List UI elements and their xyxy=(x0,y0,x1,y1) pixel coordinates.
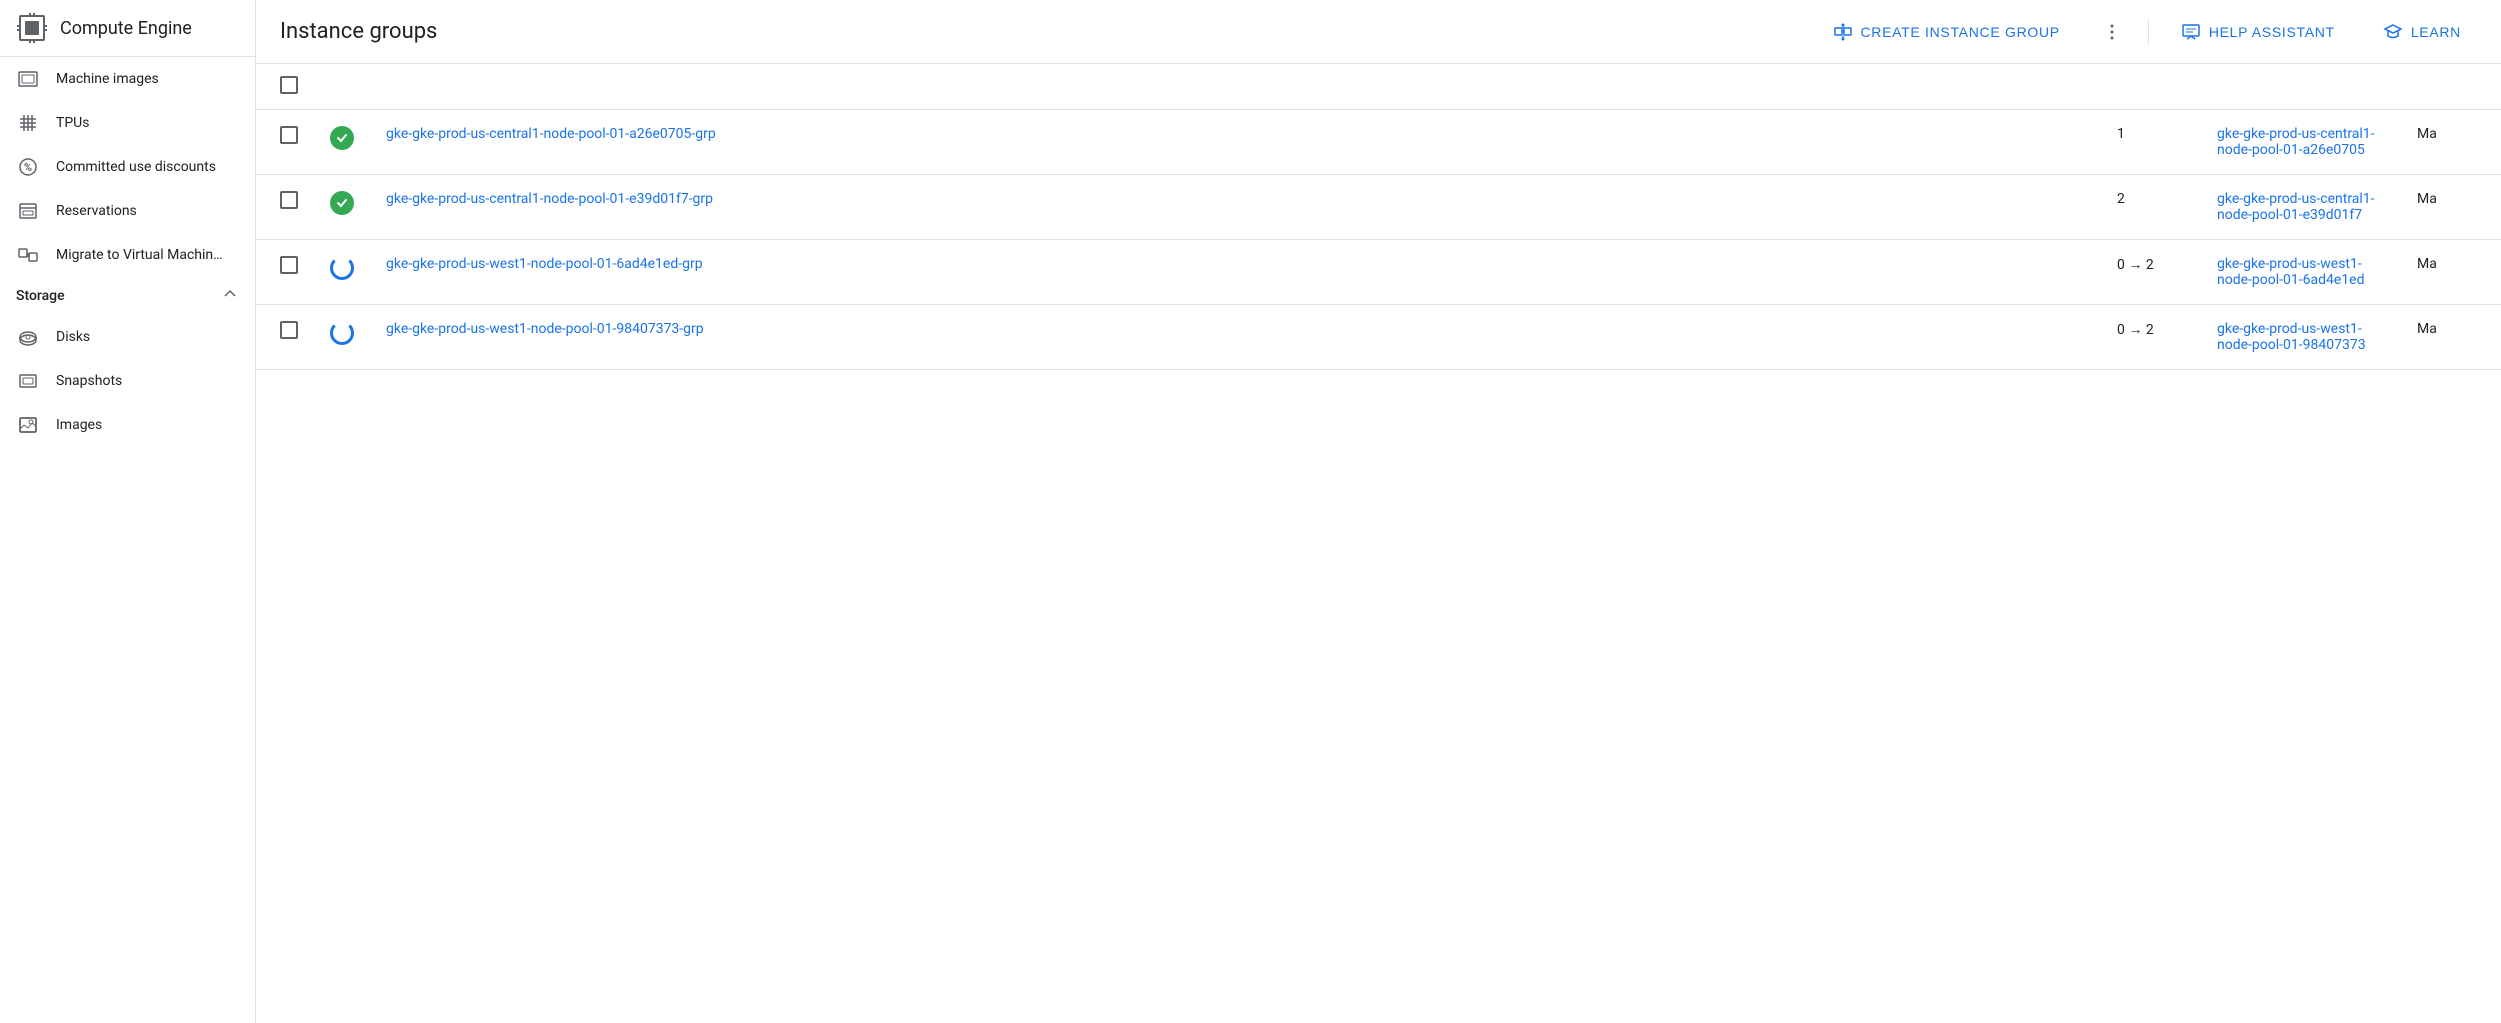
template-header xyxy=(2201,64,2401,110)
topbar: Instance groups CREATE INSTANCE GROUP xyxy=(256,0,2501,64)
location: Ma xyxy=(2417,256,2437,272)
sidebar-item-tpus-label: TPUs xyxy=(56,115,90,131)
sidebar-item-tpus[interactable]: TPUs xyxy=(0,101,247,145)
storage-section[interactable]: Storage xyxy=(0,277,255,315)
sidebar: Compute Engine Machine images TPUs xyxy=(0,0,256,1023)
images-icon xyxy=(16,413,40,437)
instance-groups-table: gke-gke-prod-us-central1-node-pool-01-a2… xyxy=(256,64,2501,370)
sidebar-item-migrate[interactable]: Migrate to Virtual Machin… xyxy=(0,233,247,277)
row-checkbox-3[interactable] xyxy=(280,321,298,339)
instances-count: 0 → 2 xyxy=(2117,322,2154,338)
table-row: gke-gke-prod-us-central1-node-pool-01-a2… xyxy=(256,110,2501,175)
status-ok-icon xyxy=(330,191,354,215)
sidebar-item-snapshots-label: Snapshots xyxy=(56,373,122,389)
instance-group-name-link[interactable]: gke-gke-prod-us-central1-node-pool-01-a2… xyxy=(386,126,716,142)
app-title: Compute Engine xyxy=(60,18,192,39)
sidebar-item-images[interactable]: Images xyxy=(0,403,247,447)
template-link[interactable]: gke-gke-prod-us-central1-node-pool-01-e3… xyxy=(2217,191,2375,223)
status-ok-icon xyxy=(330,126,354,150)
page-title: Instance groups xyxy=(280,19,1801,44)
machine-images-icon xyxy=(16,67,40,91)
location: Ma xyxy=(2417,321,2437,337)
sidebar-item-disks[interactable]: Disks xyxy=(0,315,247,359)
instances-header xyxy=(2101,64,2201,110)
topbar-divider xyxy=(2148,20,2149,44)
table-row: gke-gke-prod-us-west1-node-pool-01-98407… xyxy=(256,305,2501,370)
status-loading-icon xyxy=(330,256,354,280)
row-checkbox-2[interactable] xyxy=(280,256,298,274)
status-header xyxy=(314,64,370,110)
sidebar-item-disks-label: Disks xyxy=(56,329,90,345)
discount-icon: % xyxy=(16,155,40,179)
learn-label: LEARN xyxy=(2411,24,2461,40)
chevron-up-icon xyxy=(221,285,239,307)
status-loading-icon xyxy=(330,321,354,345)
sidebar-item-committed-use-discounts[interactable]: % Committed use discounts xyxy=(0,145,247,189)
learn-button[interactable]: LEARN xyxy=(2367,14,2477,50)
select-all-checkbox[interactable] xyxy=(280,76,298,94)
row-checkbox-1[interactable] xyxy=(280,191,298,209)
instance-group-name-link[interactable]: gke-gke-prod-us-west1-node-pool-01-98407… xyxy=(386,321,704,337)
instance-groups-table-container: gke-gke-prod-us-central1-node-pool-01-a2… xyxy=(256,64,2501,1023)
template-link[interactable]: gke-gke-prod-us-west1-node-pool-01-98407… xyxy=(2217,321,2366,353)
sidebar-item-snapshots[interactable]: Snapshots xyxy=(0,359,247,403)
more-options-button[interactable] xyxy=(2092,12,2132,52)
sidebar-item-reservations-label: Reservations xyxy=(56,203,137,219)
help-assistant-button[interactable]: HELP ASSISTANT xyxy=(2165,14,2351,50)
sidebar-item-discounts-label: Committed use discounts xyxy=(56,159,216,175)
instances-count: 2 xyxy=(2117,191,2125,207)
main-content: Instance groups CREATE INSTANCE GROUP xyxy=(256,0,2501,1023)
create-instance-group-label: CREATE INSTANCE GROUP xyxy=(1861,24,2060,40)
row-checkbox-0[interactable] xyxy=(280,126,298,144)
disks-icon xyxy=(16,325,40,349)
table-row: gke-gke-prod-us-west1-node-pool-01-6ad4e… xyxy=(256,240,2501,305)
create-instance-group-button[interactable]: CREATE INSTANCE GROUP xyxy=(1817,14,2076,50)
sidebar-item-machine-images-label: Machine images xyxy=(56,71,159,87)
tpu-icon xyxy=(16,111,40,135)
reservations-icon xyxy=(16,199,40,223)
select-all-header[interactable] xyxy=(256,64,314,110)
table-row: gke-gke-prod-us-central1-node-pool-01-e3… xyxy=(256,175,2501,240)
template-link[interactable]: gke-gke-prod-us-west1-node-pool-01-6ad4e… xyxy=(2217,256,2364,288)
sidebar-item-migrate-label: Migrate to Virtual Machin… xyxy=(56,247,223,263)
instance-group-name-link[interactable]: gke-gke-prod-us-central1-node-pool-01-e3… xyxy=(386,191,713,207)
sidebar-item-images-label: Images xyxy=(56,417,102,433)
sidebar-header: Compute Engine xyxy=(0,0,255,57)
template-link[interactable]: gke-gke-prod-us-central1-node-pool-01-a2… xyxy=(2217,126,2375,158)
location: Ma xyxy=(2417,126,2437,142)
instances-count: 1 xyxy=(2117,126,2125,142)
instances-count: 0 → 2 xyxy=(2117,257,2154,273)
help-assistant-label: HELP ASSISTANT xyxy=(2209,24,2335,40)
snapshots-icon xyxy=(16,369,40,393)
compute-engine-icon xyxy=(16,12,48,44)
table-header-row xyxy=(256,64,2501,110)
name-header xyxy=(370,64,2101,110)
svg-text:%: % xyxy=(24,161,32,174)
location: Ma xyxy=(2417,191,2437,207)
storage-section-label: Storage xyxy=(16,288,65,304)
sidebar-item-reservations[interactable]: Reservations xyxy=(0,189,247,233)
location-header xyxy=(2401,64,2501,110)
instance-group-name-link[interactable]: gke-gke-prod-us-west1-node-pool-01-6ad4e… xyxy=(386,256,703,272)
sidebar-item-machine-images[interactable]: Machine images xyxy=(0,57,247,101)
migrate-icon xyxy=(16,243,40,267)
